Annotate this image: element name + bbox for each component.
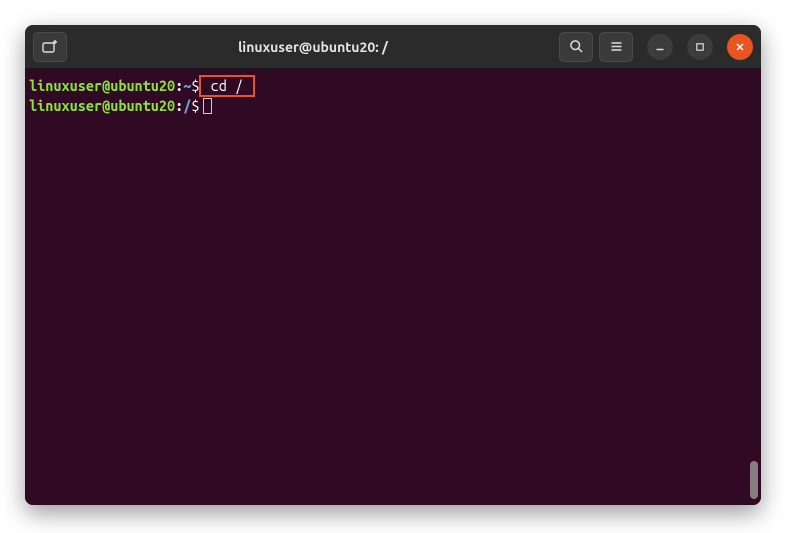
titlebar-right <box>559 32 753 62</box>
minimize-button[interactable] <box>647 34 673 60</box>
search-button[interactable] <box>559 32 593 62</box>
minimize-icon <box>655 42 665 52</box>
command-highlight: cd / <box>199 75 256 97</box>
window-title: linuxuser@ubuntu20: / <box>67 39 559 55</box>
close-icon <box>735 42 745 52</box>
new-tab-icon <box>41 38 59 56</box>
dollar: $ <box>191 97 199 114</box>
menu-button[interactable] <box>599 32 633 62</box>
command-text: cd / <box>203 77 244 94</box>
hamburger-icon <box>609 39 624 54</box>
prompt-line-2: linuxuser@ubuntu20:/$ <box>29 97 757 115</box>
search-icon <box>569 39 584 54</box>
maximize-icon <box>695 42 705 52</box>
cursor <box>203 98 212 114</box>
prompt-line-1: linuxuser@ubuntu20:~$ cd / <box>29 75 757 97</box>
titlebar: linuxuser@ubuntu20: / <box>25 25 761 69</box>
close-button[interactable] <box>727 34 753 60</box>
maximize-button[interactable] <box>687 34 713 60</box>
terminal-body[interactable]: linuxuser@ubuntu20:~$ cd / linuxuser@ubu… <box>25 69 761 505</box>
scrollbar[interactable] <box>750 461 758 499</box>
terminal-window: linuxuser@ubuntu20: / <box>25 25 761 505</box>
user-host: linuxuser@ubuntu20 <box>29 77 175 94</box>
user-host: linuxuser@ubuntu20 <box>29 97 175 114</box>
titlebar-left <box>33 32 67 62</box>
new-tab-button[interactable] <box>33 32 67 62</box>
